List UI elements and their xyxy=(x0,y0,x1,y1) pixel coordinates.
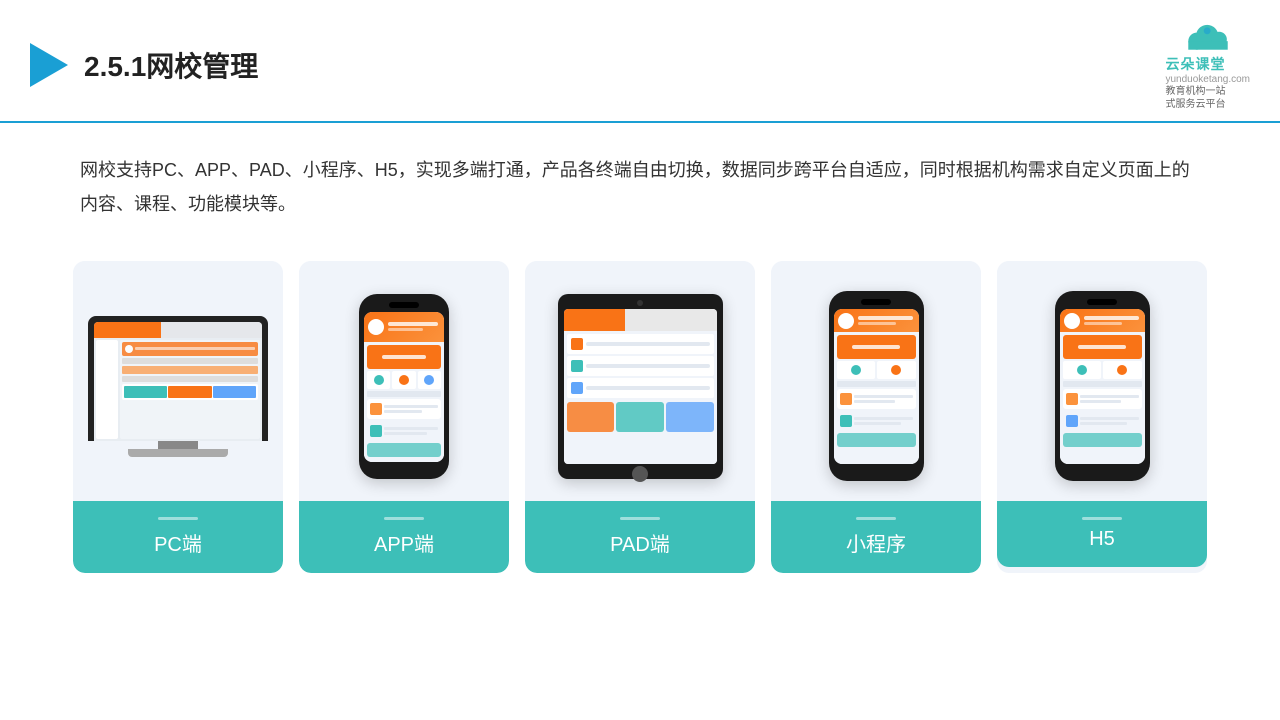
page-header: 2.5.1网校管理 云朵课堂 yunduoketang.com 教育机构一站式服… xyxy=(0,0,1280,123)
pc-mockup xyxy=(88,316,268,457)
card-app-label: APP端 xyxy=(299,501,509,573)
card-mini-label: 小程序 xyxy=(771,501,981,573)
card-pad: PAD端 xyxy=(525,261,755,573)
phone-mockup-mini xyxy=(829,291,924,481)
cloud-icon xyxy=(1178,18,1238,54)
phone-mockup-app xyxy=(359,294,449,479)
card-mini-program: 小程序 xyxy=(771,261,981,573)
card-pad-image xyxy=(525,261,755,501)
brand-domain: yunduoketang.com xyxy=(1165,74,1250,85)
cards-container: PC端 xyxy=(0,231,1280,603)
page-title: 2.5.1网校管理 xyxy=(84,45,258,85)
card-pc: PC端 xyxy=(73,261,283,573)
brand-logo: 云朵课堂 yunduoketang.com 教育机构一站式服务云平台 xyxy=(1165,18,1250,111)
card-pc-label: PC端 xyxy=(73,501,283,573)
description-text: 网校支持PC、APP、PAD、小程序、H5，实现多端打通，产品各终端自由切换，数… xyxy=(0,123,1280,231)
brand-name: 云朵课堂 xyxy=(1165,54,1225,74)
brand-triangle-icon xyxy=(30,43,68,87)
card-h5-image xyxy=(997,261,1207,501)
card-app-image xyxy=(299,261,509,501)
header-right: 云朵课堂 yunduoketang.com 教育机构一站式服务云平台 xyxy=(1165,18,1250,111)
card-pad-label: PAD端 xyxy=(525,501,755,573)
tablet-mockup xyxy=(558,294,723,479)
brand-subtitle: 教育机构一站式服务云平台 xyxy=(1165,85,1225,111)
header-left: 2.5.1网校管理 xyxy=(30,43,258,87)
card-mini-image xyxy=(771,261,981,501)
card-pc-image xyxy=(73,261,283,501)
phone-mockup-h5 xyxy=(1055,291,1150,481)
card-app: APP端 xyxy=(299,261,509,573)
card-h5-label: H5 xyxy=(997,501,1207,567)
card-h5: H5 xyxy=(997,261,1207,573)
